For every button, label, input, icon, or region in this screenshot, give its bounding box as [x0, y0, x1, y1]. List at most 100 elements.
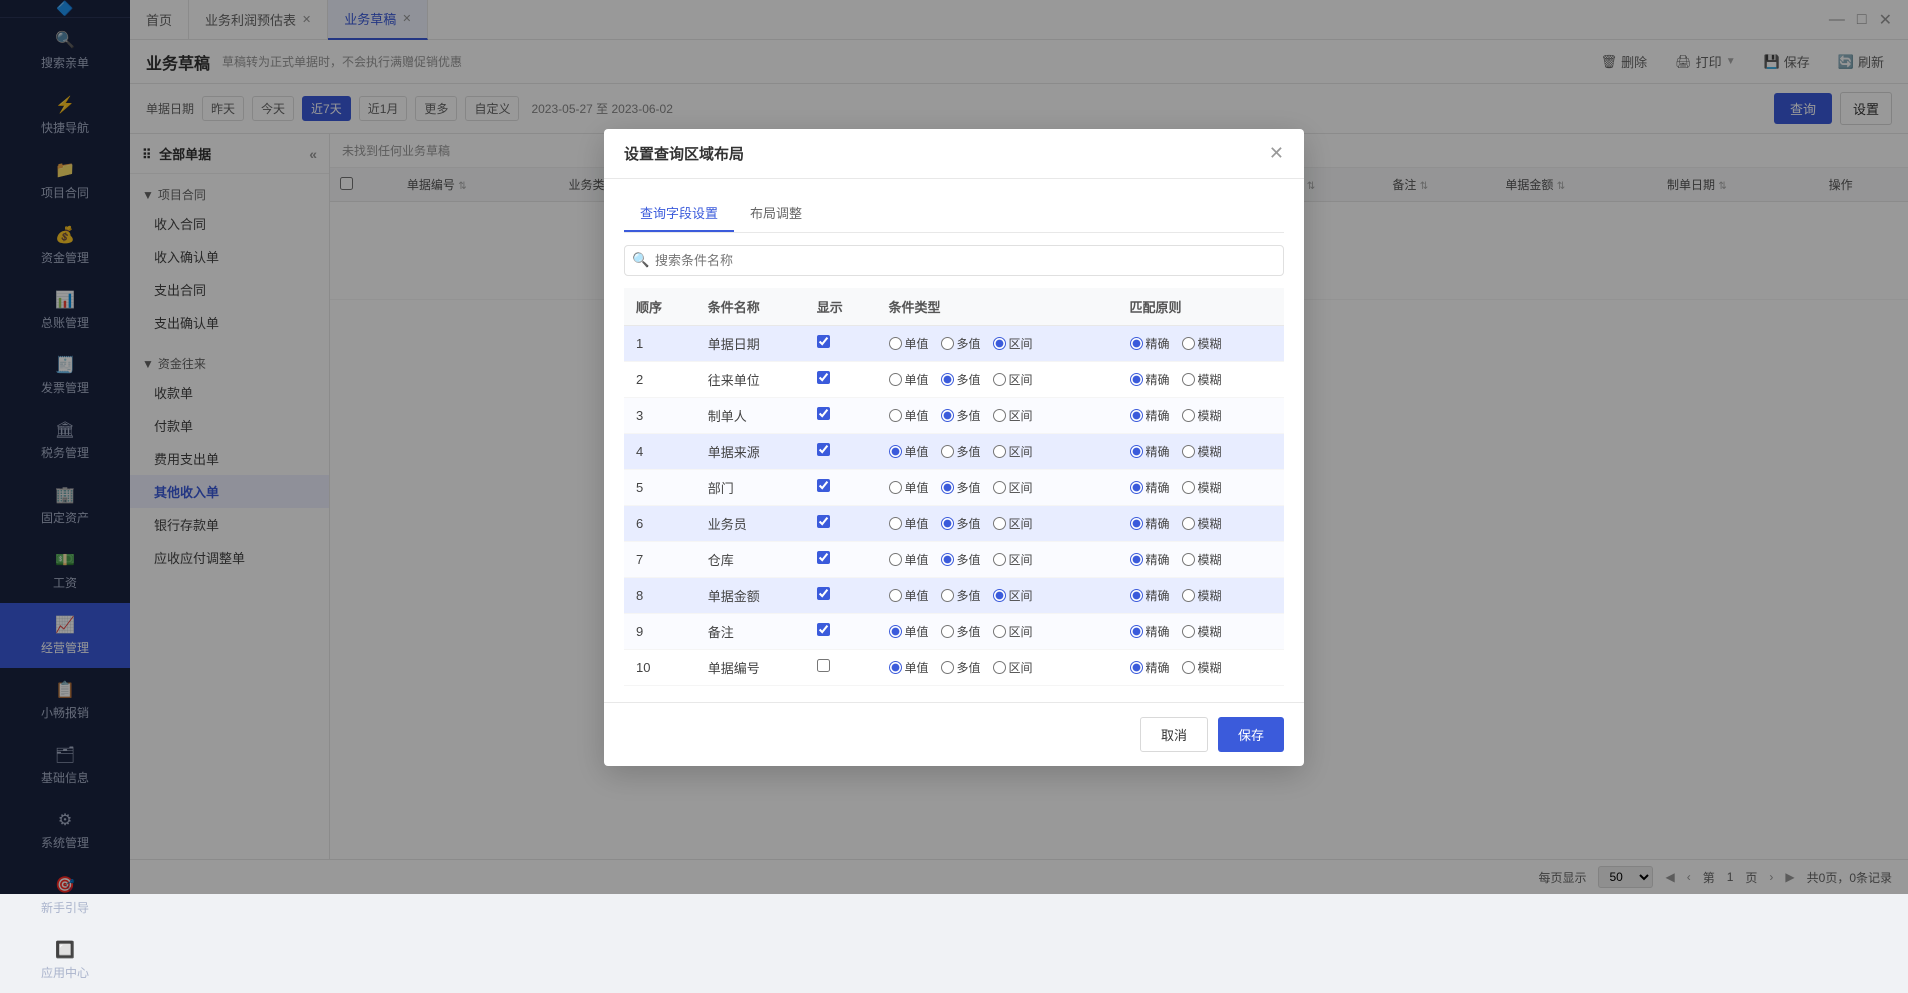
cond-type-单值[interactable]: 单值 [889, 407, 929, 424]
radio-单值[interactable] [889, 553, 902, 566]
radio-模糊[interactable] [1182, 373, 1195, 386]
radio-精确[interactable] [1130, 445, 1143, 458]
cond-type-区间[interactable]: 区间 [993, 479, 1033, 496]
cond-type-多值[interactable]: 多值 [941, 551, 981, 568]
radio-多值[interactable] [941, 661, 954, 674]
radio-区间[interactable] [993, 373, 1006, 386]
radio-多值[interactable] [941, 337, 954, 350]
radio-单值[interactable] [889, 517, 902, 530]
show-checkbox[interactable] [817, 551, 830, 564]
radio-单值[interactable] [889, 661, 902, 674]
radio-多值[interactable] [941, 517, 954, 530]
cond-type-区间[interactable]: 区间 [993, 407, 1033, 424]
radio-精确[interactable] [1130, 409, 1143, 422]
cond-type-多值[interactable]: 多值 [941, 623, 981, 640]
match-type-精确[interactable]: 精确 [1130, 587, 1170, 604]
modal-close-button[interactable]: ✕ [1269, 143, 1284, 164]
radio-多值[interactable] [941, 625, 954, 638]
sidebar-item-apps[interactable]: 🔲 应用中心 [0, 928, 130, 993]
radio-精确[interactable] [1130, 373, 1143, 386]
radio-单值[interactable] [889, 445, 902, 458]
cond-type-单值[interactable]: 单值 [889, 659, 929, 676]
match-type-精确[interactable]: 精确 [1130, 443, 1170, 460]
radio-多值[interactable] [941, 589, 954, 602]
cond-type-单值[interactable]: 单值 [889, 443, 929, 460]
match-type-精确[interactable]: 精确 [1130, 623, 1170, 640]
cond-type-多值[interactable]: 多值 [941, 407, 981, 424]
radio-模糊[interactable] [1182, 481, 1195, 494]
radio-多值[interactable] [941, 409, 954, 422]
show-checkbox[interactable] [817, 443, 830, 456]
match-type-模糊[interactable]: 模糊 [1182, 335, 1222, 352]
radio-模糊[interactable] [1182, 661, 1195, 674]
radio-模糊[interactable] [1182, 445, 1195, 458]
radio-区间[interactable] [993, 553, 1006, 566]
radio-单值[interactable] [889, 337, 902, 350]
radio-区间[interactable] [993, 445, 1006, 458]
match-type-模糊[interactable]: 模糊 [1182, 587, 1222, 604]
match-type-模糊[interactable]: 模糊 [1182, 407, 1222, 424]
radio-精确[interactable] [1130, 661, 1143, 674]
match-type-精确[interactable]: 精确 [1130, 479, 1170, 496]
show-checkbox[interactable] [817, 659, 830, 672]
radio-区间[interactable] [993, 661, 1006, 674]
radio-精确[interactable] [1130, 337, 1143, 350]
radio-单值[interactable] [889, 373, 902, 386]
radio-模糊[interactable] [1182, 337, 1195, 350]
show-checkbox[interactable] [817, 371, 830, 384]
match-type-模糊[interactable]: 模糊 [1182, 479, 1222, 496]
cond-type-区间[interactable]: 区间 [993, 623, 1033, 640]
radio-多值[interactable] [941, 553, 954, 566]
show-checkbox[interactable] [817, 515, 830, 528]
match-type-模糊[interactable]: 模糊 [1182, 515, 1222, 532]
cond-type-多值[interactable]: 多值 [941, 443, 981, 460]
match-type-精确[interactable]: 精确 [1130, 371, 1170, 388]
show-checkbox[interactable] [817, 623, 830, 636]
radio-精确[interactable] [1130, 553, 1143, 566]
match-type-模糊[interactable]: 模糊 [1182, 659, 1222, 676]
modal-tab-layout[interactable]: 布局调整 [734, 195, 818, 232]
radio-区间[interactable] [993, 481, 1006, 494]
show-checkbox[interactable] [817, 479, 830, 492]
radio-区间[interactable] [993, 625, 1006, 638]
modal-save-button[interactable]: 保存 [1218, 717, 1284, 752]
condition-search-input[interactable] [624, 245, 1284, 276]
radio-模糊[interactable] [1182, 625, 1195, 638]
cond-type-单值[interactable]: 单值 [889, 371, 929, 388]
radio-区间[interactable] [993, 589, 1006, 602]
radio-多值[interactable] [941, 373, 954, 386]
show-checkbox[interactable] [817, 407, 830, 420]
show-checkbox[interactable] [817, 335, 830, 348]
radio-区间[interactable] [993, 517, 1006, 530]
radio-模糊[interactable] [1182, 553, 1195, 566]
radio-单值[interactable] [889, 481, 902, 494]
radio-单值[interactable] [889, 409, 902, 422]
show-checkbox[interactable] [817, 587, 830, 600]
match-type-模糊[interactable]: 模糊 [1182, 551, 1222, 568]
radio-多值[interactable] [941, 445, 954, 458]
cond-type-区间[interactable]: 区间 [993, 587, 1033, 604]
cond-type-单值[interactable]: 单值 [889, 623, 929, 640]
modal-tab-query-fields[interactable]: 查询字段设置 [624, 195, 734, 232]
radio-多值[interactable] [941, 481, 954, 494]
cond-type-单值[interactable]: 单值 [889, 479, 929, 496]
radio-模糊[interactable] [1182, 517, 1195, 530]
cond-type-区间[interactable]: 区间 [993, 443, 1033, 460]
match-type-模糊[interactable]: 模糊 [1182, 443, 1222, 460]
cond-type-多值[interactable]: 多值 [941, 479, 981, 496]
match-type-模糊[interactable]: 模糊 [1182, 371, 1222, 388]
cond-type-单值[interactable]: 单值 [889, 515, 929, 532]
match-type-精确[interactable]: 精确 [1130, 659, 1170, 676]
cond-type-多值[interactable]: 多值 [941, 515, 981, 532]
radio-精确[interactable] [1130, 481, 1143, 494]
cond-type-多值[interactable]: 多值 [941, 659, 981, 676]
radio-区间[interactable] [993, 409, 1006, 422]
radio-区间[interactable] [993, 337, 1006, 350]
cond-type-区间[interactable]: 区间 [993, 371, 1033, 388]
cond-type-区间[interactable]: 区间 [993, 551, 1033, 568]
radio-单值[interactable] [889, 625, 902, 638]
match-type-模糊[interactable]: 模糊 [1182, 623, 1222, 640]
cond-type-区间[interactable]: 区间 [993, 335, 1033, 352]
radio-精确[interactable] [1130, 589, 1143, 602]
radio-单值[interactable] [889, 589, 902, 602]
